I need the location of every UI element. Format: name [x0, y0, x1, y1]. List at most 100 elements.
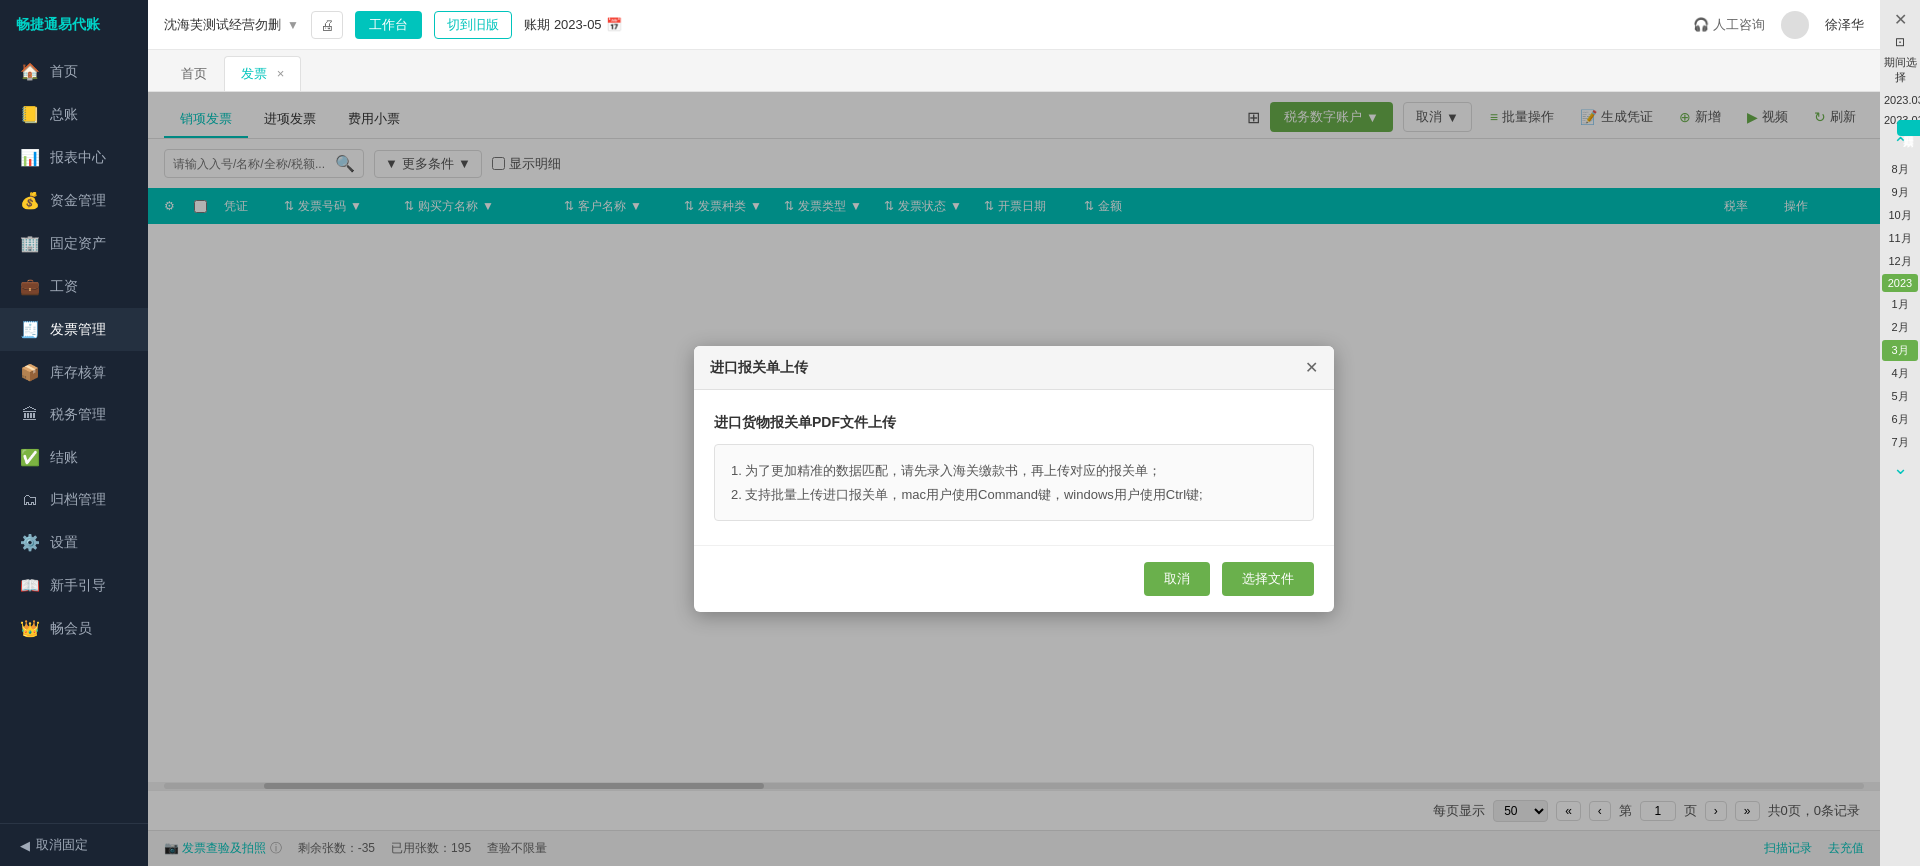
scroll-down-button[interactable]: ⌄ — [1891, 455, 1910, 481]
sidebar-logo: 畅捷通易代账 — [0, 0, 148, 50]
sidebar-item-label: 资金管理 — [50, 192, 106, 210]
tabbar: 首页 发票 × — [148, 50, 1880, 92]
dialog-title: 进口报关单上传 — [710, 359, 808, 377]
sidebar-item-archive[interactable]: 🗂 归档管理 — [0, 479, 148, 521]
month-4[interactable]: 4月 — [1882, 363, 1918, 384]
funds-icon: 💰 — [20, 191, 40, 210]
month-10[interactable]: 10月 — [1882, 205, 1918, 226]
month-7[interactable]: 7月 — [1882, 432, 1918, 453]
right-panel: ✕ ⊡ 期间选择 2023.03 2023.03 ⌃ 8月 9月 10月 11月… — [1880, 0, 1920, 866]
fixed-assets-icon: 🏢 — [20, 234, 40, 253]
main-content: 沈海芙测试经营勿删 ▼ 🖨 工作台 切到旧版 账期 2023-05 📅 🎧 人工… — [148, 0, 1880, 866]
expand-icon: ⊡ — [1895, 35, 1905, 49]
year-month-1[interactable]: 2023.03 — [1882, 91, 1918, 109]
sidebar-item-vip[interactable]: 👑 畅会员 — [0, 607, 148, 650]
sidebar-item-label: 结账 — [50, 449, 78, 467]
dialog-body: 进口货物报关单PDF文件上传 1. 为了更加精准的数据匹配，请先录入海关缴款书，… — [694, 390, 1334, 545]
period-selection-label: 期间选择 — [1880, 55, 1920, 85]
month-1[interactable]: 1月 — [1882, 294, 1918, 315]
company-name: 沈海芙测试经营勿删 — [164, 16, 281, 34]
tab-home-label: 首页 — [181, 66, 207, 81]
cancel-pin-btn[interactable]: ◀ 取消固定 — [0, 823, 148, 866]
print-button[interactable]: 🖨 — [311, 11, 343, 39]
workspace-button[interactable]: 工作台 — [355, 11, 422, 39]
tax-icon: 🏛 — [20, 406, 40, 424]
month-2[interactable]: 2月 — [1882, 317, 1918, 338]
year-2023[interactable]: 2023 — [1882, 274, 1918, 292]
month-8[interactable]: 8月 — [1882, 159, 1918, 180]
month-9[interactable]: 9月 — [1882, 182, 1918, 203]
sidebar-item-label: 总账 — [50, 106, 78, 124]
sidebar-item-label: 归档管理 — [50, 491, 106, 509]
sidebar-item-reports[interactable]: 📊 报表中心 — [0, 136, 148, 179]
sidebar-item-label: 税务管理 — [50, 406, 106, 424]
sidebar-item-label: 畅会员 — [50, 620, 92, 638]
workspace-label: 工作台 — [369, 17, 408, 32]
period-label: 账期 — [524, 16, 550, 34]
sidebar-item-label: 设置 — [50, 534, 78, 552]
tab-home[interactable]: 首页 — [164, 56, 224, 91]
home-icon: 🏠 — [20, 62, 40, 81]
user-name: 徐泽华 — [1825, 16, 1864, 34]
chevron-down-icon: ▼ — [287, 18, 299, 32]
sidebar-item-ledger[interactable]: 📒 总账 — [0, 93, 148, 136]
user-avatar — [1781, 11, 1809, 39]
content-area: 销项发票 进项发票 费用小票 ⊞ 税务数字账户 ▼ 取消 ▼ ≡ — [148, 92, 1880, 866]
topbar: 沈海芙测试经营勿删 ▼ 🖨 工作台 切到旧版 账期 2023-05 📅 🎧 人工… — [148, 0, 1880, 50]
import-customs-dialog: 进口报关单上传 ✕ 进口货物报关单PDF文件上传 1. 为了更加精准的数据匹配，… — [694, 346, 1334, 612]
archive-icon: 🗂 — [20, 491, 40, 509]
sidebar-item-salary[interactable]: 💼 工资 — [0, 265, 148, 308]
vip-icon: 👑 — [20, 619, 40, 638]
tab-invoice[interactable]: 发票 × — [224, 56, 301, 91]
company-selector[interactable]: 沈海芙测试经营勿删 ▼ — [164, 16, 299, 34]
dialog-footer: 取消 选择文件 — [694, 545, 1334, 612]
sidebar-item-inventory[interactable]: 📦 库存核算 — [0, 351, 148, 394]
support-button[interactable]: 🎧 人工咨询 — [1693, 16, 1765, 34]
dialog-section-title: 进口货物报关单PDF文件上传 — [714, 414, 1314, 432]
sidebar-item-funds[interactable]: 💰 资金管理 — [0, 179, 148, 222]
modal-overlay: 进口报关单上传 ✕ 进口货物报关单PDF文件上传 1. 为了更加精准的数据匹配，… — [148, 92, 1880, 866]
print-icon: 🖨 — [320, 17, 334, 33]
period-display: 账期 2023-05 📅 — [524, 16, 622, 34]
dialog-select-file-button[interactable]: 选择文件 — [1222, 562, 1314, 596]
cancel-pin-label: 取消固定 — [36, 836, 88, 854]
month-3[interactable]: 3月 — [1882, 340, 1918, 361]
sidebar-item-tax[interactable]: 🏛 税务管理 — [0, 394, 148, 436]
open-date-button[interactable]: 开票日期 — [1897, 120, 1920, 136]
topbar-right: 🎧 人工咨询 徐泽华 — [1693, 11, 1864, 39]
salary-icon: 💼 — [20, 277, 40, 296]
ledger-icon: 📒 — [20, 105, 40, 124]
sidebar-item-guide[interactable]: 📖 新手引导 — [0, 564, 148, 607]
sidebar-item-label: 固定资产 — [50, 235, 106, 253]
dialog-close-button[interactable]: ✕ — [1305, 358, 1318, 377]
pin-icon: ◀ — [20, 838, 30, 853]
tab-close-icon[interactable]: × — [277, 66, 285, 81]
month-6[interactable]: 6月 — [1882, 409, 1918, 430]
right-panel-close-button[interactable]: ✕ — [1894, 10, 1907, 29]
sidebar-item-label: 新手引导 — [50, 577, 106, 595]
dialog-info-box: 1. 为了更加精准的数据匹配，请先录入海关缴款书，再上传对应的报关单； 2. 支… — [714, 444, 1314, 521]
sidebar: 畅捷通易代账 🏠 首页 📒 总账 📊 报表中心 💰 资金管理 🏢 固定资产 💼 … — [0, 0, 148, 866]
sidebar-item-label: 工资 — [50, 278, 78, 296]
sidebar-item-label: 发票管理 — [50, 321, 106, 339]
sidebar-item-settings[interactable]: ⚙️ 设置 — [0, 521, 148, 564]
old-version-label: 切到旧版 — [447, 17, 499, 32]
dialog-cancel-button[interactable]: 取消 — [1144, 562, 1210, 596]
old-version-button[interactable]: 切到旧版 — [434, 11, 512, 39]
dialog-info-item-1: 1. 为了更加精准的数据匹配，请先录入海关缴款书，再上传对应的报关单； — [731, 459, 1297, 482]
tab-invoice-label: 发票 — [241, 66, 267, 81]
month-11[interactable]: 11月 — [1882, 228, 1918, 249]
sidebar-item-home[interactable]: 🏠 首页 — [0, 50, 148, 93]
guide-icon: 📖 — [20, 576, 40, 595]
sidebar-item-label: 库存核算 — [50, 364, 106, 382]
sidebar-item-fixed-assets[interactable]: 🏢 固定资产 — [0, 222, 148, 265]
calendar-icon: 📅 — [606, 17, 622, 32]
sidebar-item-settlement[interactable]: ✅ 结账 — [0, 436, 148, 479]
period-value: 2023-05 — [554, 17, 602, 32]
sidebar-item-invoice-mgmt[interactable]: 🧾 发票管理 — [0, 308, 148, 351]
sidebar-item-label: 首页 — [50, 63, 78, 81]
settlement-icon: ✅ — [20, 448, 40, 467]
reports-icon: 📊 — [20, 148, 40, 167]
month-5[interactable]: 5月 — [1882, 386, 1918, 407]
month-12[interactable]: 12月 — [1882, 251, 1918, 272]
